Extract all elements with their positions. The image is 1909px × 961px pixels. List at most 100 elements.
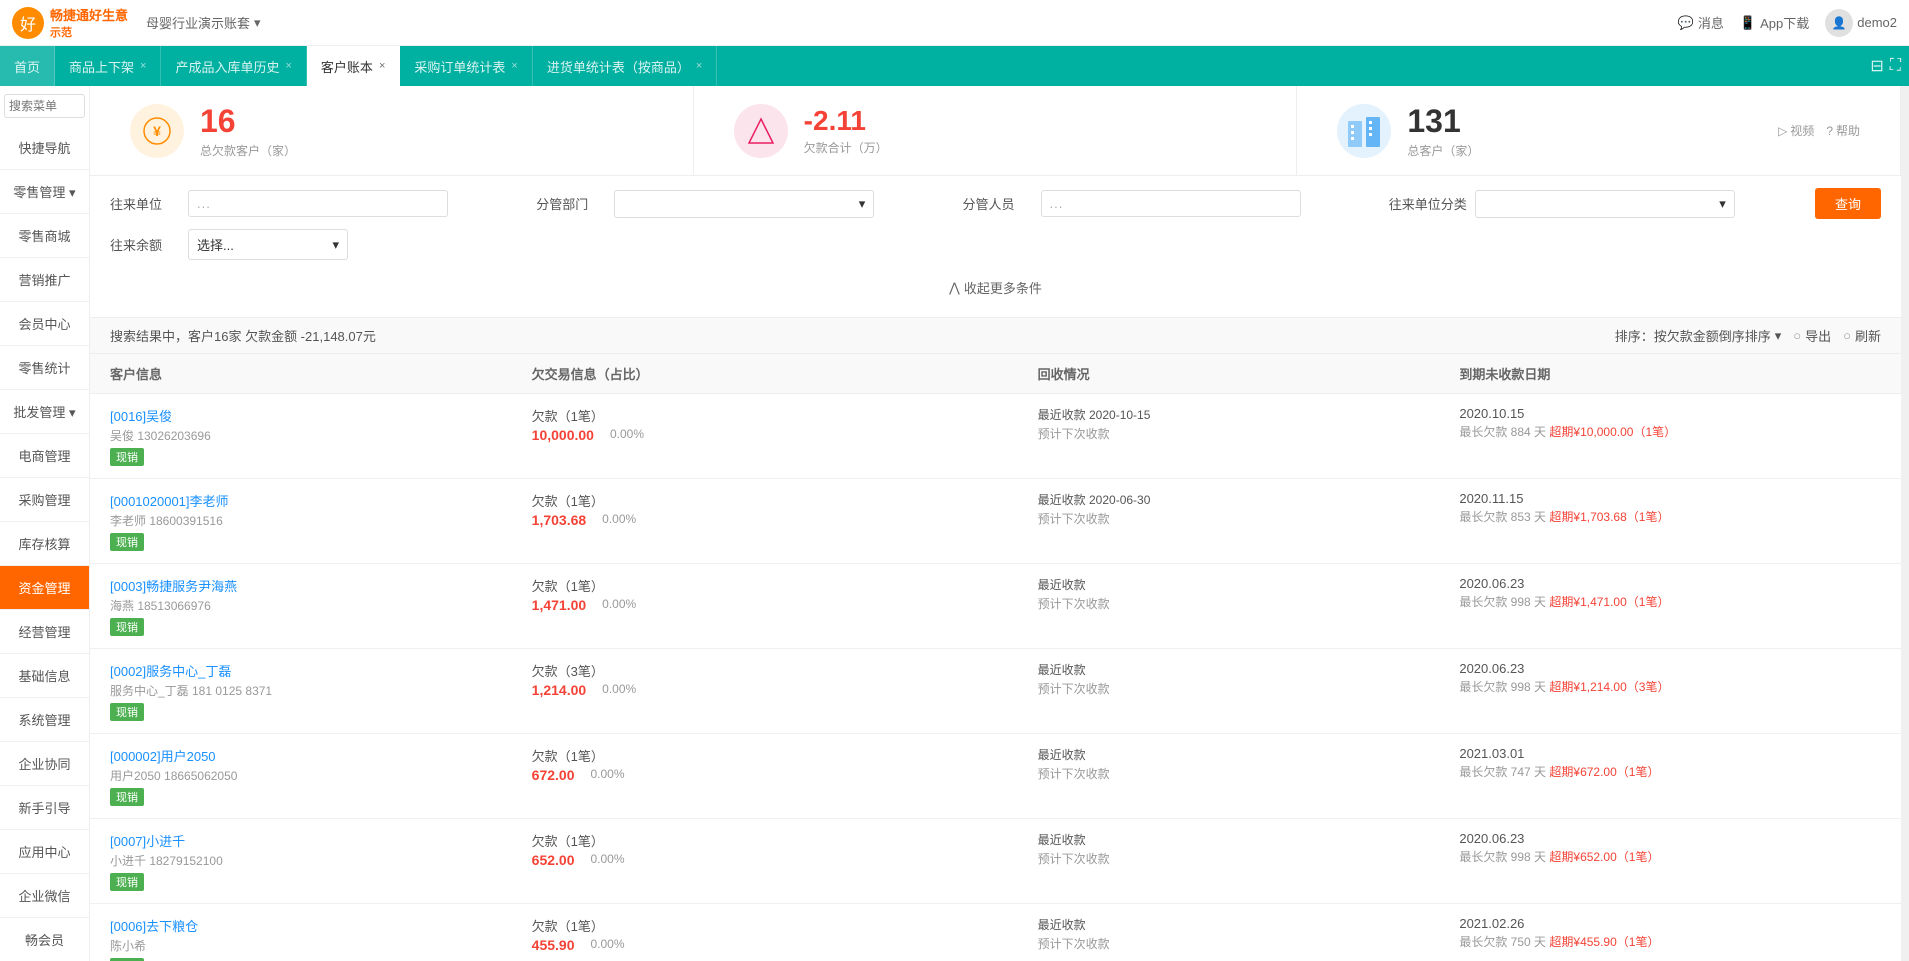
filter-classify-select[interactable]: ▾ (1475, 190, 1735, 218)
customer-phone-3: 服务中心_丁磊 181 0125 8371 (110, 682, 532, 699)
stat-text-amount: -2.11 欠款合计（万） (804, 105, 888, 156)
filter-mgr-input[interactable]: ... (1041, 190, 1301, 217)
sidebar-item-marketing[interactable]: 营销推广 (0, 258, 89, 302)
refresh-btn[interactable]: ○ 刷新 (1843, 326, 1881, 345)
latest-payment-1: 最近收款 2020-06-30 (1038, 491, 1460, 508)
export-btn[interactable]: ○ 导出 (1793, 326, 1831, 345)
customer-name-6[interactable]: [0006]去下粮仓 (110, 916, 532, 935)
logo-area: 好 畅捷通好生意 示范 母婴行业演示账套 ▾ (12, 5, 261, 40)
message-btn[interactable]: 💬 消息 (1678, 13, 1724, 32)
filter-dept-label: 分管部门 (536, 194, 606, 213)
header-right: 💬 消息 📱 App下载 👤 demo2 (1678, 9, 1897, 37)
sidebar-item-member-vip[interactable]: 畅会员 (0, 918, 89, 961)
tab-customer-account[interactable]: 客户账本 × (307, 46, 400, 86)
main-layout: 快捷导航 零售管理 ▾ 零售商城 营销推广 会员中心 零售统计 批发管理 ▾ 电… (0, 86, 1909, 961)
table-row: [0006]去下粮仓 陈小希 现销 欠款（1笔） 455.90 0.00% 最近… (90, 904, 1901, 961)
close-production-tab[interactable]: × (285, 60, 291, 72)
sidebar-item-basic-info[interactable]: 基础信息 (0, 654, 89, 698)
sidebar-item-quick-nav[interactable]: 快捷导航 (0, 126, 89, 170)
recovery-info-0: 最近收款 2020-10-15 预计下次收款 (1038, 406, 1460, 442)
customer-name-5[interactable]: [0007]小进千 (110, 831, 532, 850)
tab-home[interactable]: 首页 (0, 46, 55, 86)
nav-collapse-btn[interactable]: ⊟ (1870, 56, 1883, 76)
svg-text:¥: ¥ (153, 123, 161, 139)
video-help-link[interactable]: ▷ 视频 (1778, 122, 1814, 139)
sidebar-item-ecommerce[interactable]: 电商管理 (0, 434, 89, 478)
table-row: [0002]服务中心_丁磊 服务中心_丁磊 181 0125 8371 现销 欠… (90, 649, 1901, 734)
overdue-link-1[interactable]: 超期¥1,703.68（1笔） (1549, 510, 1669, 524)
tab-purchase-order[interactable]: 采购订单统计表 × (400, 46, 532, 86)
table-row: [0016]吴俊 吴俊 13026203696 现销 欠款（1笔） 10,000… (90, 394, 1901, 479)
sidebar-search-input[interactable] (4, 94, 85, 118)
due-date-4: 2021.03.01 (1459, 746, 1881, 761)
overdue-link-2[interactable]: 超期¥1,471.00（1笔） (1549, 595, 1669, 609)
app-download-btn[interactable]: 📱 App下载 (1740, 13, 1809, 32)
col-header-customer: 客户信息 (110, 364, 532, 383)
sidebar-item-inventory[interactable]: 库存核算 (0, 522, 89, 566)
tab-purchase-stats[interactable]: 进货单统计表（按商品） × (533, 46, 717, 86)
search-button[interactable]: 查询 (1815, 188, 1881, 219)
close-purchase-order-tab[interactable]: × (511, 60, 517, 72)
sidebar-item-retail-mgmt[interactable]: 零售管理 ▾ (0, 170, 89, 214)
customer-name-4[interactable]: [000002]用户2050 (110, 746, 532, 765)
overdue-link-3[interactable]: 超期¥1,214.00（3笔） (1549, 680, 1669, 694)
debt-percent-2: 0.00% (602, 597, 636, 611)
overdue-link-0[interactable]: 超期¥10,000.00（1笔） (1549, 425, 1676, 439)
customer-name-2[interactable]: [0003]畅捷服务尹海燕 (110, 576, 532, 595)
sidebar-item-batch-mgmt[interactable]: 批发管理 ▾ (0, 390, 89, 434)
stat-value-amount: -2.11 (804, 105, 888, 137)
tab-products[interactable]: 商品上下架 × (55, 46, 161, 86)
close-customer-account-tab[interactable]: × (379, 60, 385, 72)
sidebar-item-app-center[interactable]: 应用中心 (0, 830, 89, 874)
sidebar-item-retail-stats[interactable]: 零售统计 (0, 346, 89, 390)
sort-select[interactable]: 排序：按欠款金额倒序排序 ▾ (1615, 326, 1782, 345)
stat-text-total: 131 总客户（家） (1407, 103, 1479, 159)
collapse-more-btn[interactable]: ⋀ 收起更多条件 (110, 270, 1881, 305)
stat-debt-amount: -2.11 欠款合计（万） (694, 86, 1298, 175)
help-link[interactable]: ? 帮助 (1826, 122, 1860, 139)
stats-bar: ¥ 16 总欠款客户（家） -2.11 欠款合计（万） (90, 86, 1901, 176)
overdue-link-6[interactable]: 超期¥455.90（1笔） (1549, 935, 1659, 949)
filter-balance-select[interactable]: 选择... ▾ (188, 229, 348, 260)
filter-dept-select[interactable]: ▾ (614, 190, 874, 218)
customer-phone-1: 李老师 18600391516 (110, 512, 532, 529)
sidebar-item-member[interactable]: 会员中心 (0, 302, 89, 346)
filter-source-unit-input[interactable]: ... (188, 190, 448, 217)
results-actions: 排序：按欠款金额倒序排序 ▾ ○ 导出 ○ 刷新 (1615, 326, 1881, 345)
overdue-link-5[interactable]: 超期¥652.00（1笔） (1549, 850, 1659, 864)
due-date-2: 2020.06.23 (1459, 576, 1881, 591)
sidebar-item-purchase[interactable]: 采购管理 (0, 478, 89, 522)
customer-name-3[interactable]: [0002]服务中心_丁磊 (110, 661, 532, 680)
sidebar-item-system[interactable]: 系统管理 (0, 698, 89, 742)
close-purchase-stats-tab[interactable]: × (696, 60, 702, 72)
sidebar-item-enterprise[interactable]: 企业协同 (0, 742, 89, 786)
sidebar-item-finance[interactable]: 资金管理 (0, 566, 89, 610)
sidebar-item-operation[interactable]: 经营管理 (0, 610, 89, 654)
avatar: 👤 (1825, 9, 1853, 37)
customer-name-0[interactable]: [0016]吴俊 (110, 406, 532, 425)
tab-production[interactable]: 产成品入库单历史 × (161, 46, 306, 86)
customer-tag-4: 现销 (110, 788, 144, 806)
debt-info-1: 欠款（1笔） 1,703.68 0.00% (532, 491, 1038, 528)
debt-count-1: 欠款（1笔） (532, 491, 1038, 510)
close-products-tab[interactable]: × (140, 60, 146, 72)
debt-count-6: 欠款（1笔） (532, 916, 1038, 935)
sidebar-item-enterprise-wechat[interactable]: 企业微信 (0, 874, 89, 918)
customer-name-1[interactable]: [0001020001]李老师 (110, 491, 532, 510)
filter-source-unit-label: 往来单位 (110, 194, 180, 213)
sort-arrow-icon: ▾ (1775, 328, 1782, 344)
debt-amount-1: 1,703.68 (532, 512, 587, 528)
recovery-info-1: 最近收款 2020-06-30 预计下次收款 (1038, 491, 1460, 527)
recovery-info-2: 最近收款 预计下次收款 (1038, 576, 1460, 612)
stat-label-amount: 欠款合计（万） (804, 139, 888, 156)
sort-label: 排序：按欠款金额倒序排序 (1615, 326, 1771, 345)
overdue-link-4[interactable]: 超期¥672.00（1笔） (1549, 765, 1659, 779)
sidebar-search-area (0, 86, 89, 126)
company-select[interactable]: 母婴行业演示账套 ▾ (146, 13, 261, 32)
nav-fullscreen-btn[interactable]: ⛶ (1890, 57, 1901, 75)
user-avatar[interactable]: 👤 demo2 (1825, 9, 1897, 37)
sidebar-item-retail-shop[interactable]: 零售商城 (0, 214, 89, 258)
sidebar-item-new-guide[interactable]: 新手引导 (0, 786, 89, 830)
customer-tag-5: 现销 (110, 873, 144, 891)
scrollbar[interactable] (1901, 86, 1909, 961)
